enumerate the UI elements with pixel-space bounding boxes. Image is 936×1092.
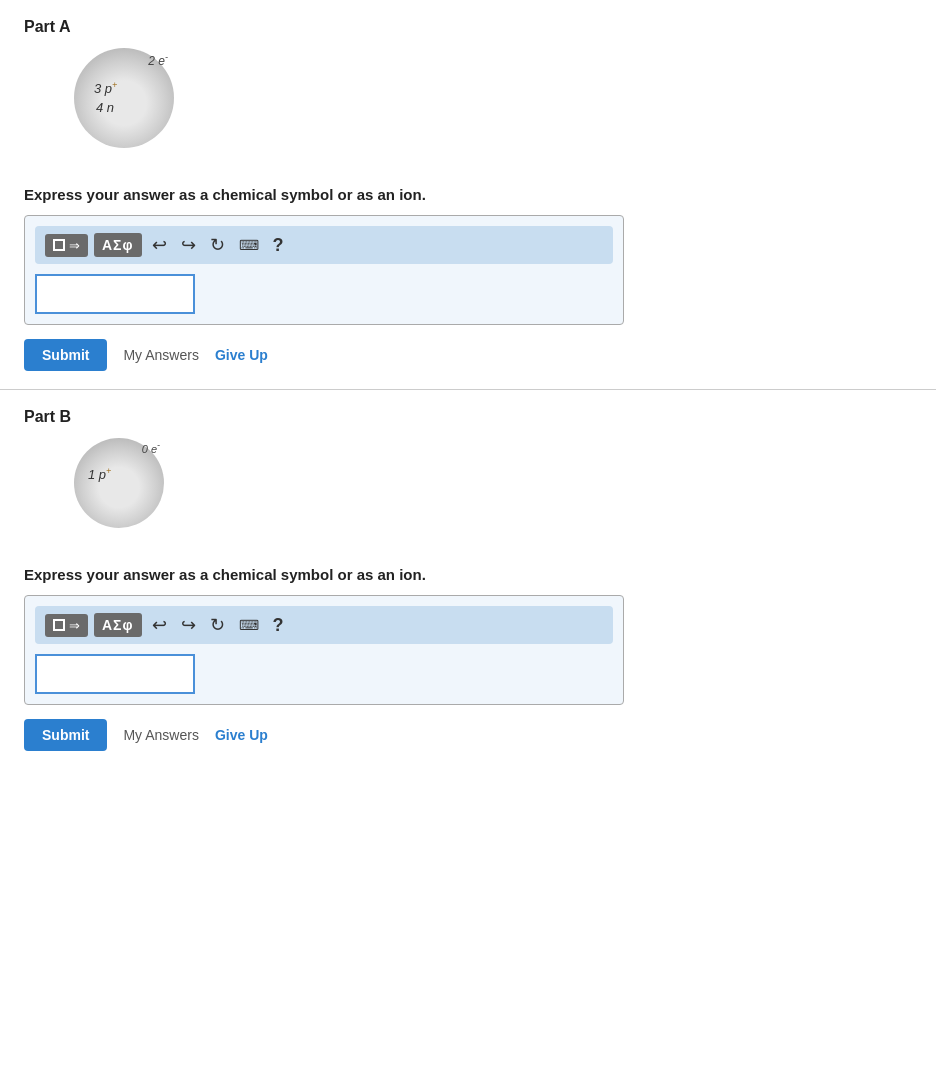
part-b-section: Part B 0 e- 1 p+ Express your answer as … bbox=[0, 390, 936, 769]
redo-button-a[interactable]: ↪ bbox=[177, 232, 200, 258]
give-up-label-a: Give Up bbox=[215, 347, 268, 363]
part-b-title: Part B bbox=[24, 408, 912, 426]
greek-label-b: ΑΣφ bbox=[102, 617, 134, 633]
atom-diagram-a: 2 e- 3 p+ 4 n bbox=[44, 48, 184, 168]
my-answers-link-b[interactable]: My Answers bbox=[123, 727, 198, 743]
greek-button-b[interactable]: ΑΣφ bbox=[94, 613, 142, 637]
template-arrow-b: ⇒ bbox=[69, 618, 80, 633]
action-row-b: Submit My Answers Give Up bbox=[24, 719, 912, 751]
redo-icon-a: ↪ bbox=[181, 234, 196, 256]
template-button-b[interactable]: ⇒ bbox=[45, 614, 88, 637]
prompt-b: Express your answer as a chemical symbol… bbox=[24, 566, 912, 583]
answer-input-a[interactable] bbox=[35, 274, 195, 314]
proton-label-b: 1 p+ bbox=[88, 466, 111, 482]
refresh-icon-a: ↻ bbox=[210, 234, 225, 256]
refresh-icon-b: ↻ bbox=[210, 614, 225, 636]
greek-label-a: ΑΣφ bbox=[102, 237, 134, 253]
greek-button-a[interactable]: ΑΣφ bbox=[94, 233, 142, 257]
help-button-b[interactable]: ? bbox=[269, 613, 288, 638]
refresh-button-b[interactable]: ↻ bbox=[206, 612, 229, 638]
help-icon-a: ? bbox=[273, 235, 284, 256]
keyboard-icon-a: ⌨ bbox=[239, 237, 259, 253]
toolbar-b: ⇒ ΑΣφ ↩ ↪ ↻ ⌨ ? bbox=[35, 606, 613, 644]
proton-label-a: 3 p+ bbox=[94, 80, 117, 96]
toolbar-a: ⇒ ΑΣφ ↩ ↪ ↻ ⌨ ? bbox=[35, 226, 613, 264]
part-a-title: Part A bbox=[24, 18, 912, 36]
undo-icon-b: ↩ bbox=[152, 614, 167, 636]
template-square-icon-b bbox=[53, 619, 65, 631]
answer-box-b: ⇒ ΑΣφ ↩ ↪ ↻ ⌨ ? bbox=[24, 595, 624, 705]
undo-icon-a: ↩ bbox=[152, 234, 167, 256]
electron-label-a: 2 e- bbox=[148, 52, 168, 68]
submit-button-b[interactable]: Submit bbox=[24, 719, 107, 751]
keyboard-button-a[interactable]: ⌨ bbox=[235, 235, 263, 255]
give-up-link-b[interactable]: Give Up bbox=[215, 727, 268, 743]
template-arrow-a: ⇒ bbox=[69, 238, 80, 253]
answer-box-a: ⇒ ΑΣφ ↩ ↪ ↻ ⌨ ? bbox=[24, 215, 624, 325]
part-a-section: Part A 2 e- 3 p+ 4 n Express your answer… bbox=[0, 0, 936, 390]
give-up-label-b: Give Up bbox=[215, 727, 268, 743]
redo-button-b[interactable]: ↪ bbox=[177, 612, 200, 638]
undo-button-b[interactable]: ↩ bbox=[148, 612, 171, 638]
keyboard-button-b[interactable]: ⌨ bbox=[235, 615, 263, 635]
neutron-label-a: 4 n bbox=[96, 100, 114, 115]
help-button-a[interactable]: ? bbox=[269, 233, 288, 258]
submit-label-a: Submit bbox=[42, 347, 89, 363]
undo-button-a[interactable]: ↩ bbox=[148, 232, 171, 258]
submit-button-a[interactable]: Submit bbox=[24, 339, 107, 371]
prompt-a: Express your answer as a chemical symbol… bbox=[24, 186, 912, 203]
keyboard-icon-b: ⌨ bbox=[239, 617, 259, 633]
atom-circle-b: 0 e- 1 p+ bbox=[74, 438, 164, 528]
my-answers-label-a: My Answers bbox=[123, 347, 198, 363]
atom-diagram-b: 0 e- 1 p+ bbox=[44, 438, 184, 548]
answer-input-b[interactable] bbox=[35, 654, 195, 694]
electron-label-b: 0 e- bbox=[142, 440, 160, 455]
atom-circle-a: 2 e- 3 p+ 4 n bbox=[74, 48, 174, 148]
submit-label-b: Submit bbox=[42, 727, 89, 743]
redo-icon-b: ↪ bbox=[181, 614, 196, 636]
template-square-icon-a bbox=[53, 239, 65, 251]
template-button-a[interactable]: ⇒ bbox=[45, 234, 88, 257]
my-answers-link-a[interactable]: My Answers bbox=[123, 347, 198, 363]
my-answers-label-b: My Answers bbox=[123, 727, 198, 743]
help-icon-b: ? bbox=[273, 615, 284, 636]
action-row-a: Submit My Answers Give Up bbox=[24, 339, 912, 371]
give-up-link-a[interactable]: Give Up bbox=[215, 347, 268, 363]
refresh-button-a[interactable]: ↻ bbox=[206, 232, 229, 258]
